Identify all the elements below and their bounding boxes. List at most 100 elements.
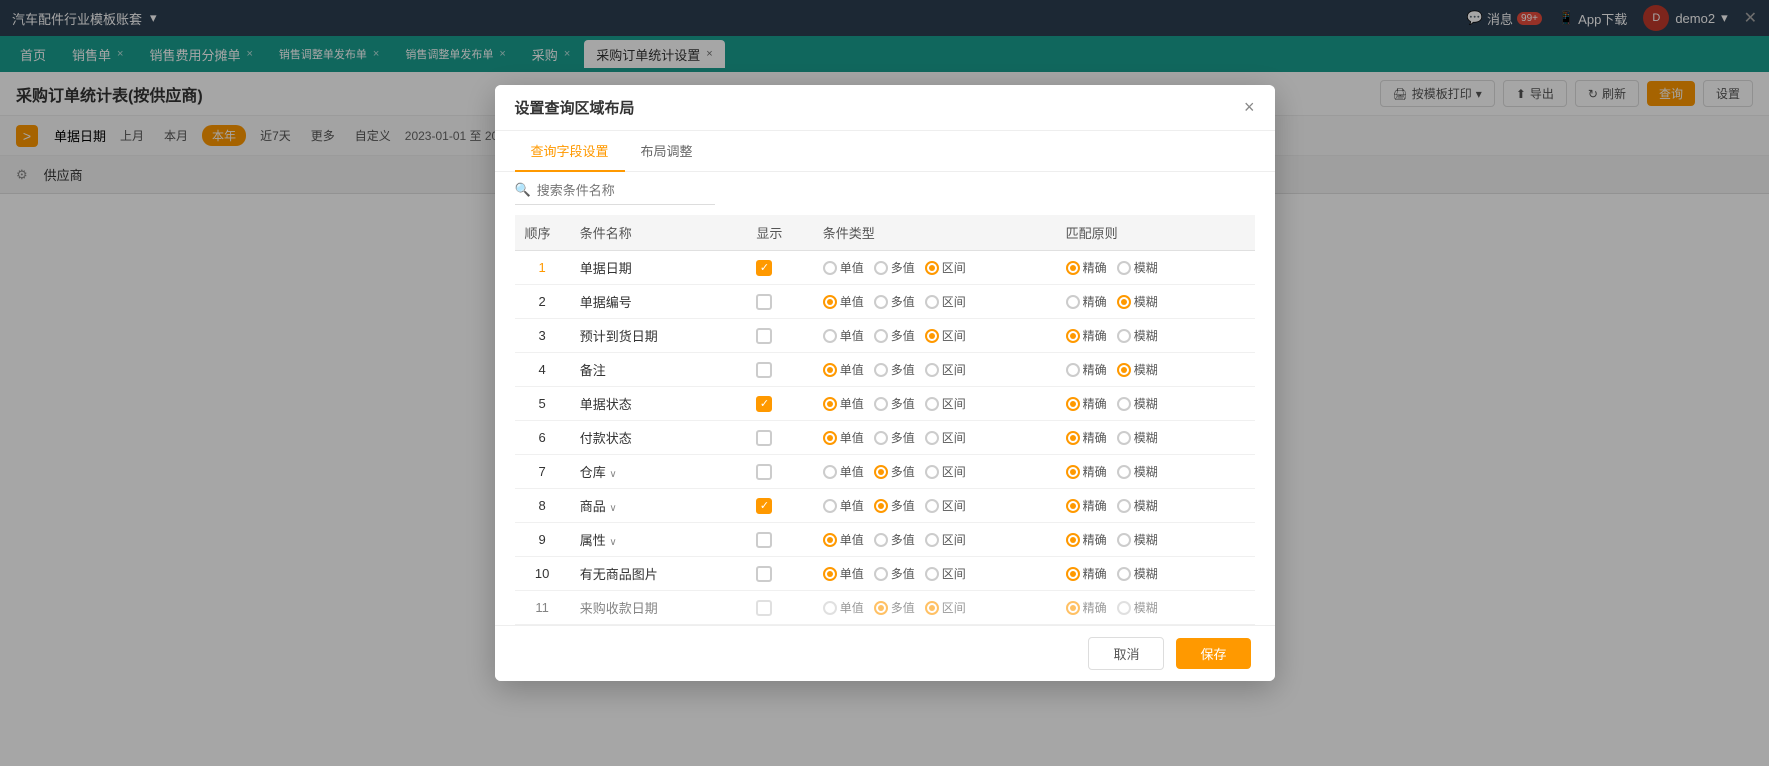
match-radio-circle-fuzzy-10 — [1117, 601, 1131, 615]
checkbox-display-4[interactable] — [756, 396, 772, 412]
match-radio-exact-0[interactable]: 精确 — [1066, 259, 1107, 276]
type-radio-single-2[interactable]: 单值 — [823, 327, 864, 344]
type-radio-range-7[interactable]: 区间 — [925, 497, 966, 514]
match-radio-fuzzy-0[interactable]: 模糊 — [1117, 259, 1158, 276]
type-radio-circle-single-0 — [823, 261, 837, 275]
type-radio-multi-0[interactable]: 多值 — [874, 259, 915, 276]
match-radio-exact-7[interactable]: 精确 — [1066, 497, 1107, 514]
table-row: 3预计到货日期 单值多值区间 精确模糊 — [515, 319, 1255, 353]
type-radio-multi-2[interactable]: 多值 — [874, 327, 915, 344]
match-radio-fuzzy-6[interactable]: 模糊 — [1117, 463, 1158, 480]
match-radio-fuzzy-4[interactable]: 模糊 — [1117, 395, 1158, 412]
cell-order-2: 3 — [515, 319, 570, 353]
cell-display-7[interactable] — [746, 489, 812, 523]
type-radio-single-4[interactable]: 单值 — [823, 395, 864, 412]
type-radio-range-8[interactable]: 区间 — [925, 531, 966, 548]
match-radio-fuzzy-10[interactable]: 模糊 — [1117, 599, 1158, 616]
cell-display-1[interactable] — [746, 285, 812, 319]
condition-name-6: 仓库 — [580, 465, 606, 480]
cell-display-0[interactable] — [746, 251, 812, 285]
cell-display-4[interactable] — [746, 387, 812, 421]
tab-layout-adjust[interactable]: 布局调整 — [625, 131, 709, 172]
cell-display-9[interactable] — [746, 557, 812, 591]
type-radio-multi-4[interactable]: 多值 — [874, 395, 915, 412]
match-radio-exact-6[interactable]: 精确 — [1066, 463, 1107, 480]
checkbox-display-8[interactable] — [756, 532, 772, 548]
type-radio-range-1[interactable]: 区间 — [925, 293, 966, 310]
match-radio-fuzzy-3[interactable]: 模糊 — [1117, 361, 1158, 378]
checkbox-display-7[interactable] — [756, 498, 772, 514]
type-radio-range-5[interactable]: 区间 — [925, 429, 966, 446]
checkbox-display-9[interactable] — [756, 566, 772, 582]
type-radio-range-6[interactable]: 区间 — [925, 463, 966, 480]
type-radio-multi-1[interactable]: 多值 — [874, 293, 915, 310]
match-radio-exact-1[interactable]: 精确 — [1066, 293, 1107, 310]
match-radio-exact-9[interactable]: 精确 — [1066, 565, 1107, 582]
type-radio-single-1[interactable]: 单值 — [823, 293, 864, 310]
checkbox-display-5[interactable] — [756, 430, 772, 446]
type-radio-range-2[interactable]: 区间 — [925, 327, 966, 344]
cell-display-6[interactable] — [746, 455, 812, 489]
type-radio-range-10[interactable]: 区间 — [925, 599, 966, 616]
cell-display-5[interactable] — [746, 421, 812, 455]
cell-name-2: 预计到货日期 — [570, 319, 747, 353]
match-radio-fuzzy-1[interactable]: 模糊 — [1117, 293, 1158, 310]
cell-display-3[interactable] — [746, 353, 812, 387]
type-radio-range-3[interactable]: 区间 — [925, 361, 966, 378]
checkbox-display-10[interactable] — [756, 600, 772, 616]
type-radio-single-3[interactable]: 单值 — [823, 361, 864, 378]
type-radio-single-7[interactable]: 单值 — [823, 497, 864, 514]
cancel-button[interactable]: 取消 — [1088, 637, 1164, 670]
cell-type-1: 单值多值区间 — [813, 285, 1056, 319]
match-radio-exact-5[interactable]: 精确 — [1066, 429, 1107, 446]
match-radio-fuzzy-2[interactable]: 模糊 — [1117, 327, 1158, 344]
type-radio-circle-single-8 — [823, 533, 837, 547]
match-radio-fuzzy-7[interactable]: 模糊 — [1117, 497, 1158, 514]
type-radio-multi-7[interactable]: 多值 — [874, 497, 915, 514]
type-radio-label-single-6: 单值 — [840, 463, 864, 480]
checkbox-display-3[interactable] — [756, 362, 772, 378]
type-radio-single-10[interactable]: 单值 — [823, 599, 864, 616]
type-radio-single-9[interactable]: 单值 — [823, 565, 864, 582]
match-radio-circle-exact-1 — [1066, 295, 1080, 309]
modal-close-button[interactable]: × — [1244, 97, 1255, 118]
match-radio-exact-8[interactable]: 精确 — [1066, 531, 1107, 548]
cell-display-10[interactable] — [746, 591, 812, 625]
tab-query-fields[interactable]: 查询字段设置 — [515, 131, 625, 172]
match-radio-fuzzy-5[interactable]: 模糊 — [1117, 429, 1158, 446]
match-radio-group-0: 精确模糊 — [1066, 259, 1245, 276]
type-radio-range-9[interactable]: 区间 — [925, 565, 966, 582]
type-radio-label-single-8: 单值 — [840, 531, 864, 548]
match-radio-exact-10[interactable]: 精确 — [1066, 599, 1107, 616]
match-radio-label-fuzzy-8: 模糊 — [1134, 531, 1158, 548]
search-input[interactable] — [537, 183, 715, 198]
type-radio-single-0[interactable]: 单值 — [823, 259, 864, 276]
type-radio-multi-10[interactable]: 多值 — [874, 599, 915, 616]
match-radio-fuzzy-9[interactable]: 模糊 — [1117, 565, 1158, 582]
match-radio-fuzzy-8[interactable]: 模糊 — [1117, 531, 1158, 548]
type-radio-multi-3[interactable]: 多值 — [874, 361, 915, 378]
checkbox-display-1[interactable] — [756, 294, 772, 310]
checkbox-display-0[interactable] — [756, 260, 772, 276]
type-radio-single-5[interactable]: 单值 — [823, 429, 864, 446]
type-radio-multi-5[interactable]: 多值 — [874, 429, 915, 446]
type-radio-range-4[interactable]: 区间 — [925, 395, 966, 412]
cell-display-8[interactable] — [746, 523, 812, 557]
type-radio-single-8[interactable]: 单值 — [823, 531, 864, 548]
type-radio-range-0[interactable]: 区间 — [925, 259, 966, 276]
checkbox-display-2[interactable] — [756, 328, 772, 344]
match-radio-circle-fuzzy-6 — [1117, 465, 1131, 479]
type-radio-circle-single-2 — [823, 329, 837, 343]
type-radio-multi-8[interactable]: 多值 — [874, 531, 915, 548]
match-radio-exact-2[interactable]: 精确 — [1066, 327, 1107, 344]
type-radio-multi-9[interactable]: 多值 — [874, 565, 915, 582]
table-row: 7仓库 ∨单值多值区间精确模糊 — [515, 455, 1255, 489]
cell-match-7: 精确模糊 — [1056, 489, 1255, 523]
cell-display-2[interactable] — [746, 319, 812, 353]
type-radio-multi-6[interactable]: 多值 — [874, 463, 915, 480]
save-button[interactable]: 保存 — [1176, 638, 1250, 669]
checkbox-display-6[interactable] — [756, 464, 772, 480]
match-radio-exact-3[interactable]: 精确 — [1066, 361, 1107, 378]
match-radio-exact-4[interactable]: 精确 — [1066, 395, 1107, 412]
type-radio-single-6[interactable]: 单值 — [823, 463, 864, 480]
